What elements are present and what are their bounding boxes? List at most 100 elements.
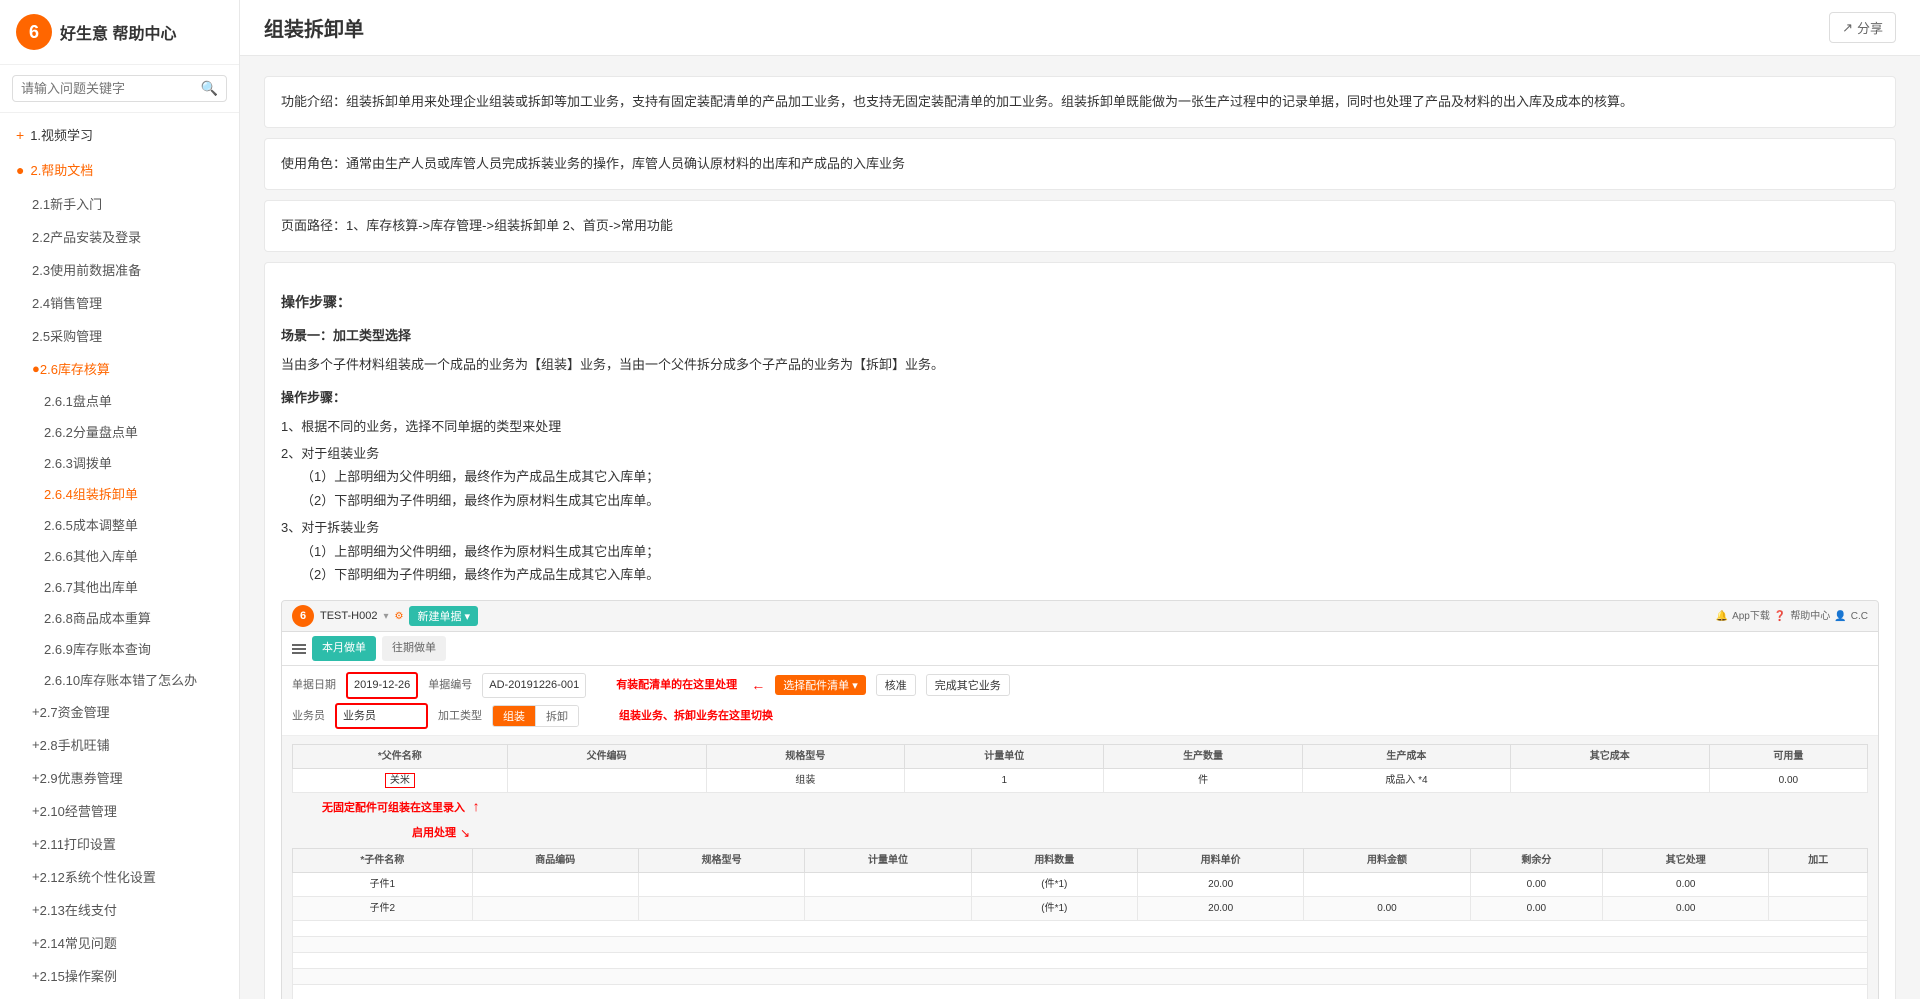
- nav-section: + 1.视频学习 ● 2.帮助文档 2.1新手入门 2.2产品安装及登录 2.3…: [0, 113, 239, 996]
- sidebar-item-cost-recalc[interactable]: 2.6.8商品成本重算: [0, 602, 239, 633]
- plus-icon-8: +: [32, 902, 40, 917]
- sim-parent-othercost-cell: [1510, 769, 1709, 793]
- sim-parent-prodqty-cell: 件: [1104, 769, 1303, 793]
- minus-icon: ●: [16, 162, 24, 178]
- sidebar-item-docs-label: 2.帮助文档: [30, 160, 93, 179]
- sidebar-item-print[interactable]: + 2.11打印设置: [0, 827, 239, 860]
- sidebar-item-coupon[interactable]: + 2.9优惠券管理: [0, 761, 239, 794]
- sim-child-unit-1: [805, 872, 971, 896]
- sim-arrow4: ↑: [473, 798, 480, 814]
- sim-th-child-code: 商品编码: [472, 848, 638, 872]
- sim-number-value[interactable]: AD-20191226-001: [482, 673, 586, 698]
- plus-icon-2: +: [32, 704, 40, 719]
- scene1-desc: 当由多个子件材料组装成一个成品的业务为【组装】业务，当由一个父件拆分成多个子产品…: [281, 353, 1879, 376]
- sim-child-spec-1: [638, 872, 804, 896]
- sidebar-sub-label: 2.3使用前数据准备: [32, 260, 141, 279]
- sidebar-subsub-label: 2.6.9库存账本查询: [44, 642, 151, 657]
- sidebar-item-inventory[interactable]: ● 2.6库存核算: [0, 352, 239, 385]
- sidebar-sub-label: 2.13在线支付: [40, 900, 117, 919]
- step1-text: 1、根据不同的业务，选择不同单据的类型来处理: [281, 415, 1879, 438]
- sidebar-item-data-prep[interactable]: 2.3使用前数据准备: [0, 253, 239, 286]
- sidebar-subsub-label: 2.6.8商品成本重算: [44, 611, 151, 626]
- sim-child-process-1: [1769, 872, 1868, 896]
- sim-new-form-btn[interactable]: 新建单据 ▾: [409, 606, 478, 626]
- sim-th-usage-qty: 用料数量: [971, 848, 1137, 872]
- step2-text: 2、对于组装业务: [281, 442, 1879, 465]
- sim-arrow3: ↘: [460, 823, 470, 843]
- logo-area: 6 好生意 帮助中心: [0, 0, 239, 65]
- sim-type-assemble-btn[interactable]: 组装: [493, 706, 535, 726]
- sidebar-item-assembly[interactable]: 2.6.4组装拆卸单: [0, 478, 239, 509]
- sim-help-label: 帮助中心: [1790, 608, 1830, 625]
- sim-tab-current-month[interactable]: 本月做单: [312, 636, 376, 661]
- sidebar-item-cost-adjust[interactable]: 2.6.5成本调整单: [0, 509, 239, 540]
- sidebar-item-other-out[interactable]: 2.6.7其他出库单: [0, 571, 239, 602]
- sidebar-item-purchase[interactable]: 2.5采购管理: [0, 319, 239, 352]
- user-role-block: 使用角色：通常由生产人员或库管人员完成拆装业务的操作，库管人员确认原材料的出库和…: [264, 138, 1896, 190]
- sidebar-item-personalize[interactable]: + 2.12系统个性化设置: [0, 860, 239, 893]
- sim-child-name-1[interactable]: 子件1: [293, 872, 473, 896]
- sidebar-item-ops[interactable]: + 2.10经营管理: [0, 794, 239, 827]
- sim-settings-icon: ⚙: [395, 608, 404, 625]
- sidebar-item-split-stocktake[interactable]: 2.6.2分量盘点单: [0, 416, 239, 447]
- sim-th-child-unit: 计量单位: [805, 848, 971, 872]
- sidebar-item-adjust[interactable]: 2.6.3调拨单: [0, 447, 239, 478]
- sim-type-toggle: 组装 拆卸: [492, 705, 579, 727]
- sim-icon-bell: 🔔: [1716, 608, 1728, 625]
- sim-child-remain-2: 0.00: [1470, 896, 1602, 920]
- sim-child-price-2: 20.00: [1137, 896, 1303, 920]
- sim-child-qty-1: (件*1): [971, 872, 1137, 896]
- sidebar-item-mobile[interactable]: + 2.8手机旺铺: [0, 728, 239, 761]
- sidebar-item-docs[interactable]: ● 2.帮助文档: [0, 152, 239, 187]
- sim-worker-label: 业务员: [292, 707, 325, 726]
- sidebar-item-finance[interactable]: + 2.7资金管理: [0, 695, 239, 728]
- sim-logo-icon: 6: [292, 605, 314, 627]
- step3-text: 3、对于拆装业务: [281, 516, 1879, 539]
- sim-btn-complete[interactable]: 完成其它业务: [926, 674, 1010, 696]
- sim-parent-prodcost-cell: 成品入 *4: [1302, 769, 1510, 793]
- sim-worker-field[interactable]: 业务员: [335, 703, 428, 730]
- share-button[interactable]: ↗ 分享: [1829, 12, 1896, 43]
- sidebar-item-ledger-query[interactable]: 2.6.9库存账本查询: [0, 633, 239, 664]
- sim-secondary-nav: 本月做单 往期做单: [282, 632, 1878, 666]
- sim-tab-history[interactable]: 往期做单: [382, 636, 446, 661]
- sim-btn-config[interactable]: 选择配件清单 ▾: [775, 675, 866, 695]
- sidebar-item-new-user[interactable]: 2.1新手入门: [0, 187, 239, 220]
- sim-child-name-2[interactable]: 子件2: [293, 896, 473, 920]
- sim-type-disassemble-btn[interactable]: 拆卸: [535, 706, 578, 726]
- sidebar-sub-label: 2.1新手入门: [32, 194, 102, 213]
- screenshot-container: 6 TEST-H002 ▾ ⚙ 新建单据 ▾ 🔔 App下载 ❓ 帮助中心 👤: [281, 600, 1879, 999]
- sim-annotation4: 无固定配件可组装在这里录入: [322, 802, 465, 814]
- sidebar-item-videos[interactable]: + 1.视频学习: [0, 117, 239, 152]
- share-icon: ↗: [1842, 20, 1853, 36]
- sidebar-item-install[interactable]: 2.2产品安装及登录: [0, 220, 239, 253]
- sim-screenshot: 6 TEST-H002 ▾ ⚙ 新建单据 ▾ 🔔 App下载 ❓ 帮助中心 👤: [282, 601, 1878, 999]
- sim-arrow1: ←: [751, 674, 765, 698]
- scene1-title: 场景一：加工类型选择: [281, 325, 1879, 347]
- sidebar-item-stocktake[interactable]: 2.6.1盘点单: [0, 385, 239, 416]
- plus-icon-3: +: [32, 737, 40, 752]
- sidebar-subsub-label: 2.6.3调拨单: [44, 456, 112, 471]
- sim-btn-approve[interactable]: 核准: [876, 674, 916, 696]
- sidebar-item-cases[interactable]: + 2.15操作案例: [0, 959, 239, 992]
- plus-icon-9: +: [32, 935, 40, 950]
- sim-parent-name-cell[interactable]: 关米: [293, 769, 508, 793]
- sim-child-qty-2: (件*1): [971, 896, 1137, 920]
- sim-date-value[interactable]: 2019-12-26: [346, 672, 418, 699]
- sim-th-process: 加工: [1769, 848, 1868, 872]
- sidebar: 6 好生意 帮助中心 🔍 + 1.视频学习 ● 2.帮助文档 2.1新手入门 2…: [0, 0, 240, 999]
- top-bar: 组装拆卸单 ↗ 分享: [240, 0, 1920, 56]
- sim-child-row-6: [293, 968, 1868, 984]
- sim-th-child-name: *子件名称: [293, 848, 473, 872]
- sim-company: TEST-H002: [320, 607, 377, 626]
- sidebar-item-faq[interactable]: + 2.14常见问题: [0, 926, 239, 959]
- sidebar-item-ledger-err[interactable]: 2.6.10库存账本错了怎么办: [0, 664, 239, 695]
- sim-hamburger[interactable]: [292, 644, 306, 654]
- search-input[interactable]: [21, 81, 201, 96]
- sidebar-item-other-in[interactable]: 2.6.6其他入库单: [0, 540, 239, 571]
- plus-icon-5: +: [32, 803, 40, 818]
- sidebar-item-online-pay[interactable]: + 2.13在线支付: [0, 893, 239, 926]
- sim-th-other-cost: 其它成本: [1510, 745, 1709, 769]
- sim-th-spec: 规格型号: [706, 745, 905, 769]
- sidebar-item-sales[interactable]: 2.4销售管理: [0, 286, 239, 319]
